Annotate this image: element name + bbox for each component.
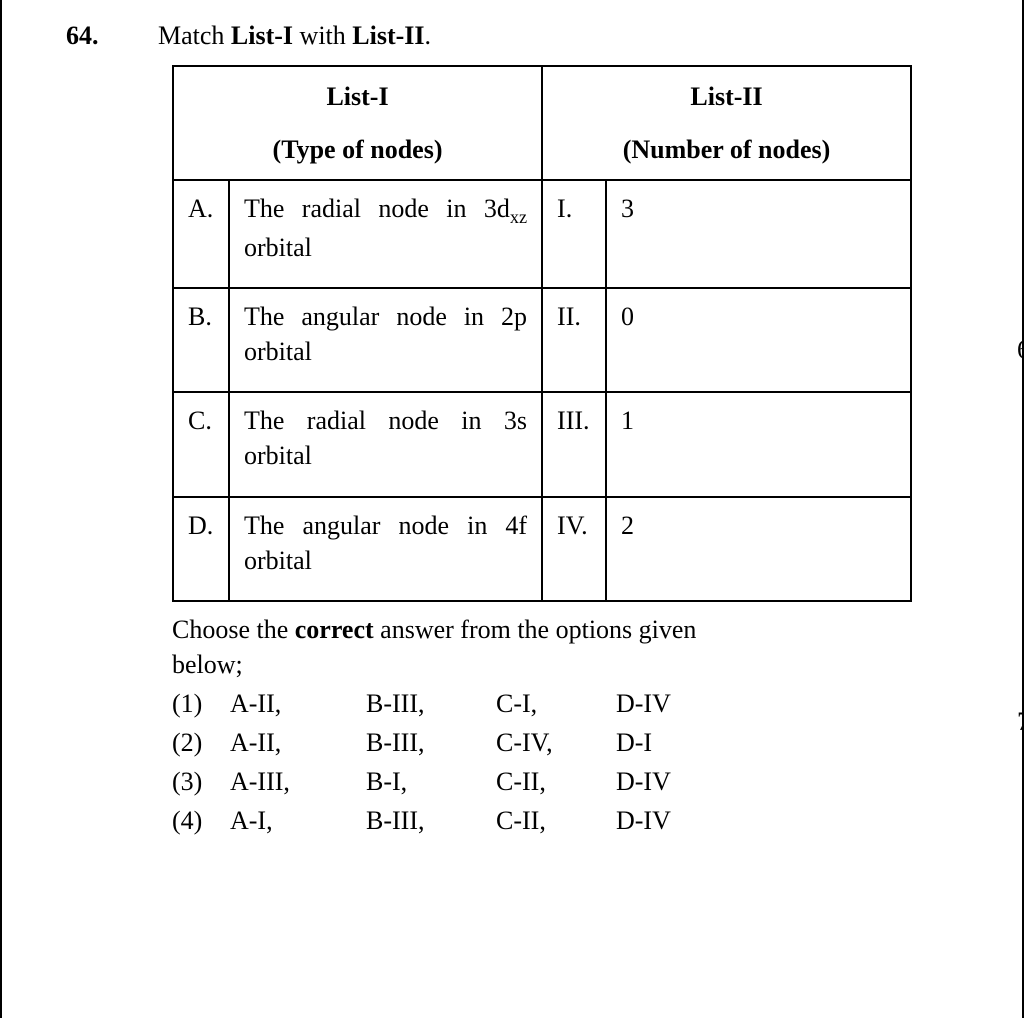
- table-header-row: List-I (Type of nodes) List-II (Number o…: [173, 66, 911, 180]
- list1-letter: A.: [173, 180, 229, 288]
- option-number: (3): [172, 764, 230, 799]
- desc-pre: The angular node in 4f orbital: [244, 511, 527, 575]
- option-number: (1): [172, 686, 230, 721]
- prompt-mid: with: [293, 21, 352, 50]
- list1-sub: (Type of nodes): [273, 135, 443, 164]
- page: 64. Match List-I with List-II. List-I (T…: [0, 0, 1024, 1018]
- list2-desc: 3: [606, 180, 911, 288]
- option-row[interactable]: (1) A-II, B-III, C-I, D-IV: [172, 686, 982, 721]
- option-row[interactable]: (3) A-III, B-I, C-II, D-IV: [172, 764, 982, 799]
- option-b: B-III,: [366, 725, 496, 760]
- option-b: B-I,: [366, 764, 496, 799]
- option-a: A-II,: [230, 686, 366, 721]
- option-cols: A-II, B-III, C-IV, D-I: [230, 725, 736, 760]
- table-row: C. The radial node in 3s orbital III. 1: [173, 392, 911, 496]
- below-bold: correct: [295, 615, 374, 644]
- option-number: (4): [172, 803, 230, 838]
- prompt-pre: Match: [158, 21, 231, 50]
- option-a: A-II,: [230, 725, 366, 760]
- prompt-list1: List-I: [231, 21, 293, 50]
- question-header: 64. Match List-I with List-II.: [62, 18, 982, 53]
- question-number: 64.: [66, 18, 99, 53]
- list2-sub: (Number of nodes): [623, 135, 831, 164]
- list1-letter: D.: [173, 497, 229, 601]
- list2-letter: II.: [542, 288, 606, 392]
- options-list: (1) A-II, B-III, C-I, D-IV (2) A-II, B-I…: [172, 686, 982, 838]
- choose-text: Choose the correct answer from the optio…: [172, 612, 912, 682]
- option-c: C-II,: [496, 764, 616, 799]
- option-cols: A-I, B-III, C-II, D-IV: [230, 803, 736, 838]
- option-row[interactable]: (4) A-I, B-III, C-II, D-IV: [172, 803, 982, 838]
- desc-sub: xz: [510, 207, 527, 227]
- desc-post: orbital: [244, 233, 312, 262]
- page-edge-char: 6: [1017, 332, 1024, 367]
- list1-header: List-I (Type of nodes): [173, 66, 542, 180]
- option-row[interactable]: (2) A-II, B-III, C-IV, D-I: [172, 725, 982, 760]
- option-number: (2): [172, 725, 230, 760]
- option-c: C-I,: [496, 686, 616, 721]
- below-pre: Choose the: [172, 615, 295, 644]
- list1-desc: The radial node in 3dxz orbital: [229, 180, 542, 288]
- list1-letter: B.: [173, 288, 229, 392]
- list2-letter: III.: [542, 392, 606, 496]
- option-b: B-III,: [366, 803, 496, 838]
- question-prompt: Match List-I with List-II.: [158, 18, 982, 53]
- option-c: C-II,: [496, 803, 616, 838]
- option-d: D-I: [616, 725, 736, 760]
- option-cols: A-III, B-I, C-II, D-IV: [230, 764, 736, 799]
- list1-desc: The radial node in 3s orbital: [229, 392, 542, 496]
- list1-title: List-I: [188, 79, 527, 114]
- list1-desc: The angular node in 4f orbital: [229, 497, 542, 601]
- option-d: D-IV: [616, 764, 736, 799]
- desc-pre: The radial node in 3d: [244, 194, 510, 223]
- option-b: B-III,: [366, 686, 496, 721]
- prompt-end: .: [425, 21, 432, 50]
- match-table: List-I (Type of nodes) List-II (Number o…: [172, 65, 912, 602]
- table-row: A. The radial node in 3dxz orbital I. 3: [173, 180, 911, 288]
- desc-pre: The angular node in 2p orbital: [244, 302, 527, 366]
- list1-letter: C.: [173, 392, 229, 496]
- table-row: B. The angular node in 2p orbital II. 0: [173, 288, 911, 392]
- option-d: D-IV: [616, 803, 736, 838]
- list2-letter: I.: [542, 180, 606, 288]
- below-post: answer from the options given: [374, 615, 697, 644]
- option-a: A-III,: [230, 764, 366, 799]
- option-d: D-IV: [616, 686, 736, 721]
- below-line2: below;: [172, 650, 243, 679]
- question-body: 64. Match List-I with List-II. List-I (T…: [62, 18, 982, 842]
- list1-desc: The angular node in 2p orbital: [229, 288, 542, 392]
- option-a: A-I,: [230, 803, 366, 838]
- table-row: D. The angular node in 4f orbital IV. 2: [173, 497, 911, 601]
- option-c: C-IV,: [496, 725, 616, 760]
- list2-desc: 0: [606, 288, 911, 392]
- list2-letter: IV.: [542, 497, 606, 601]
- list2-desc: 1: [606, 392, 911, 496]
- desc-pre: The radial node in 3s orbital: [244, 406, 527, 470]
- list2-title: List-II: [557, 79, 896, 114]
- option-cols: A-II, B-III, C-I, D-IV: [230, 686, 736, 721]
- list2-desc: 2: [606, 497, 911, 601]
- list2-header: List-II (Number of nodes): [542, 66, 911, 180]
- match-table-wrap: List-I (Type of nodes) List-II (Number o…: [172, 65, 982, 602]
- prompt-list2: List-II: [352, 21, 424, 50]
- page-edge-char: 7: [1017, 704, 1024, 739]
